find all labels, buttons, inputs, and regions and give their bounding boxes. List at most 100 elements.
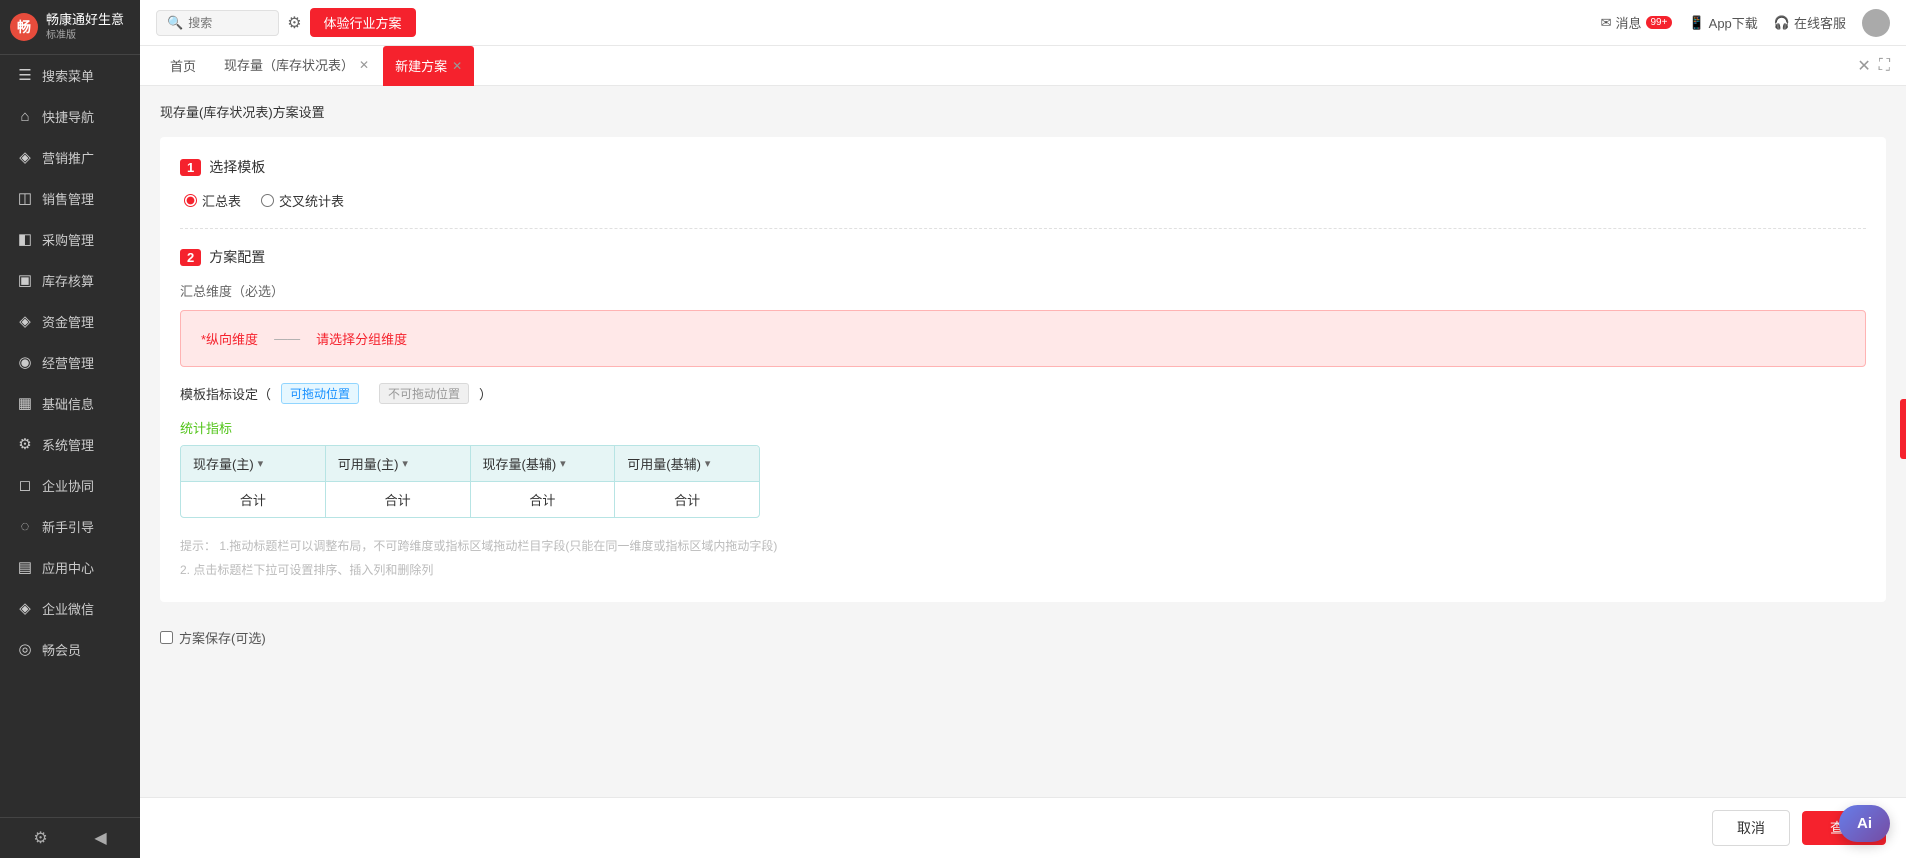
stats-table-header: 现存量(主) ▾ 可用量(主) ▾ 现存量(基辅) ▾ 可用量(基辅) ▾ xyxy=(181,446,759,481)
app-name: 畅康通好生意 xyxy=(46,12,124,29)
sidebar-item-app-center[interactable]: ▤ 应用中心 xyxy=(0,547,140,588)
settings-card: 1 选择模板 汇总表 交叉统计表 2 方案配置 汇总维度（必选） xyxy=(160,137,1886,602)
settings-footer-icon[interactable]: ⚙ xyxy=(33,828,47,848)
sidebar-item-label: 销售管理 xyxy=(42,189,94,208)
radio-summary-table[interactable]: 汇总表 xyxy=(184,191,241,210)
sidebar-item-newbie[interactable]: ◌ 新手引导 xyxy=(0,506,140,547)
stats-header-col1[interactable]: 现存量(主) ▾ xyxy=(181,446,326,481)
col4-dropdown-icon[interactable]: ▾ xyxy=(705,457,711,470)
sidebar-item-member[interactable]: ◎ 畅会员 xyxy=(0,629,140,670)
system-icon: ⚙ xyxy=(16,435,34,453)
app-download-button[interactable]: 📱 App下载 xyxy=(1688,13,1757,32)
sidebar-item-quick-nav[interactable]: ⌂ 快捷导航 xyxy=(0,96,140,137)
app-download-label: App下载 xyxy=(1709,13,1758,32)
stats-header-col3[interactable]: 现存量(基辅) ▾ xyxy=(471,446,616,481)
stats-table-row: 合计 合计 合计 合计 xyxy=(181,481,759,517)
sidebar-item-inventory[interactable]: ▣ 库存核算 xyxy=(0,260,140,301)
dimension-select-hint[interactable]: 请选择分组维度 xyxy=(316,329,407,348)
draggable-badge: 可拖动位置 xyxy=(281,383,359,404)
sidebar-item-base-info[interactable]: ▦ 基础信息 xyxy=(0,383,140,424)
panel-close-button[interactable]: ✕ xyxy=(1857,56,1870,76)
sidebar-item-label: 新手引导 xyxy=(42,517,94,536)
app-download-icon: 📱 xyxy=(1688,15,1704,31)
sidebar-item-sales[interactable]: ◫ 销售管理 xyxy=(0,178,140,219)
radio-cross-label: 交叉统计表 xyxy=(279,191,344,210)
save-checkbox[interactable] xyxy=(160,631,173,644)
message-badge: 99+ xyxy=(1646,16,1673,29)
wechat-icon: ◈ xyxy=(16,599,34,617)
trial-button[interactable]: 体验行业方案 xyxy=(310,8,416,37)
marketing-icon: ◈ xyxy=(16,148,34,166)
col3-dropdown-icon[interactable]: ▾ xyxy=(560,457,566,470)
stats-header-col2[interactable]: 可用量(主) ▾ xyxy=(326,446,471,481)
online-service-button[interactable]: 🎧 在线客服 xyxy=(1774,13,1846,32)
content-area: 现存量(库存状况表)方案设置 1 选择模板 汇总表 交叉统计表 2 xyxy=(140,86,1906,797)
gear-icon[interactable]: ⚙ xyxy=(287,13,301,33)
dimension-title: 汇总维度（必选） xyxy=(180,281,1866,300)
cancel-button[interactable]: 取消 xyxy=(1712,810,1790,846)
stats-cell-2: 合计 xyxy=(326,482,471,517)
col4-label: 可用量(基辅) xyxy=(627,454,701,473)
search-box[interactable]: 🔍 xyxy=(156,10,279,36)
sidebar-item-label: 采购管理 xyxy=(42,230,94,249)
radio-summary-input[interactable] xyxy=(184,194,197,207)
sidebar-nav: ☰ 搜索菜单 ⌂ 快捷导航 ◈ 营销推广 ◫ 销售管理 ◧ 采购管理 ▣ 库存核… xyxy=(0,55,140,817)
tab-inventory-label: 现存量（库存状况表） xyxy=(224,55,354,74)
hint2-text: 2. 点击标题栏下拉可设置排序、插入列和删除列 xyxy=(180,558,1866,582)
search-icon: 🔍 xyxy=(167,15,183,31)
tab-new-scheme[interactable]: 新建方案 ✕ xyxy=(383,46,474,86)
page-title: 现存量(库存状况表)方案设置 xyxy=(160,102,1886,121)
col3-label: 现存量(基辅) xyxy=(483,454,557,473)
indicator-settings: 模板指标设定（ 可拖动位置 不可拖动位置 ） xyxy=(180,383,1866,404)
avatar[interactable] xyxy=(1862,9,1890,37)
sidebar-item-wechat[interactable]: ◈ 企业微信 xyxy=(0,588,140,629)
panel-expand-button[interactable]: ⛶ xyxy=(1879,56,1890,76)
footer-bar: 取消 查询 xyxy=(140,797,1906,858)
hint-title: 提示： xyxy=(180,539,216,553)
collapse-footer-icon[interactable]: ◀ xyxy=(94,828,106,848)
headset-icon: 🎧 xyxy=(1774,15,1790,31)
app-center-icon: ▤ xyxy=(16,558,34,576)
member-icon: ◎ xyxy=(16,640,34,658)
sidebar-item-label: 系统管理 xyxy=(42,435,94,454)
ai-bubble[interactable]: Ai xyxy=(1839,805,1890,842)
tab-new-close-icon[interactable]: ✕ xyxy=(452,59,462,73)
stats-label: 统计指标 xyxy=(180,418,1866,437)
tab-inventory[interactable]: 现存量（库存状况表） ✕ xyxy=(210,46,383,86)
sidebar-item-enterprise[interactable]: ◻ 企业协同 xyxy=(0,465,140,506)
operations-icon: ◉ xyxy=(16,353,34,371)
sidebar-item-marketing[interactable]: ◈ 营销推广 xyxy=(0,137,140,178)
sidebar-item-purchase[interactable]: ◧ 采购管理 xyxy=(0,219,140,260)
search-menu-icon: ☰ xyxy=(16,66,34,84)
sidebar-footer: ⚙ ◀ xyxy=(0,817,140,858)
hint1-text: 提示： 1.拖动标题栏可以调整布局，不可跨维度或指标区域拖动栏目字段(只能在同一… xyxy=(180,534,1866,558)
stats-header-col4[interactable]: 可用量(基辅) ▾ xyxy=(615,446,759,481)
sidebar-item-label: 畅会员 xyxy=(42,640,81,659)
message-button[interactable]: ✉ 消息 99+ xyxy=(1601,13,1673,32)
tab-inventory-close-icon[interactable]: ✕ xyxy=(359,58,369,72)
sidebar-item-finance[interactable]: ◈ 资金管理 xyxy=(0,301,140,342)
logo-icon: 畅 xyxy=(10,13,38,41)
purchase-icon: ◧ xyxy=(16,230,34,248)
tabs-bar: 首页 现存量（库存状况表） ✕ 新建方案 ✕ ✕ ⛶ xyxy=(140,46,1906,86)
sidebar-item-label: 企业协同 xyxy=(42,476,94,495)
search-input[interactable] xyxy=(188,16,268,30)
right-indicator xyxy=(1900,399,1906,459)
col2-dropdown-icon[interactable]: ▾ xyxy=(402,457,408,470)
radio-cross-table[interactable]: 交叉统计表 xyxy=(261,191,344,210)
tab-home[interactable]: 首页 xyxy=(156,56,210,75)
col1-dropdown-icon[interactable]: ▾ xyxy=(258,457,264,470)
radio-cross-input[interactable] xyxy=(261,194,274,207)
sidebar: 畅 畅康通好生意 标准版 ☰ 搜索菜单 ⌂ 快捷导航 ◈ 营销推广 ◫ 销售管理… xyxy=(0,0,140,858)
dimension-box: *纵向维度 —— 请选择分组维度 xyxy=(180,310,1866,367)
sidebar-item-system[interactable]: ⚙ 系统管理 xyxy=(0,424,140,465)
save-checkbox-label: 方案保存(可选) xyxy=(179,628,266,647)
save-option: 方案保存(可选) xyxy=(160,616,1886,659)
non-draggable-badge: 不可拖动位置 xyxy=(379,383,469,404)
indicator-suffix: ） xyxy=(479,384,492,403)
radio-summary-label: 汇总表 xyxy=(202,191,241,210)
sidebar-item-operations[interactable]: ◉ 经营管理 xyxy=(0,342,140,383)
step1-title: 选择模板 xyxy=(209,157,265,177)
enterprise-icon: ◻ xyxy=(16,476,34,494)
sidebar-item-search-menu[interactable]: ☰ 搜索菜单 xyxy=(0,55,140,96)
